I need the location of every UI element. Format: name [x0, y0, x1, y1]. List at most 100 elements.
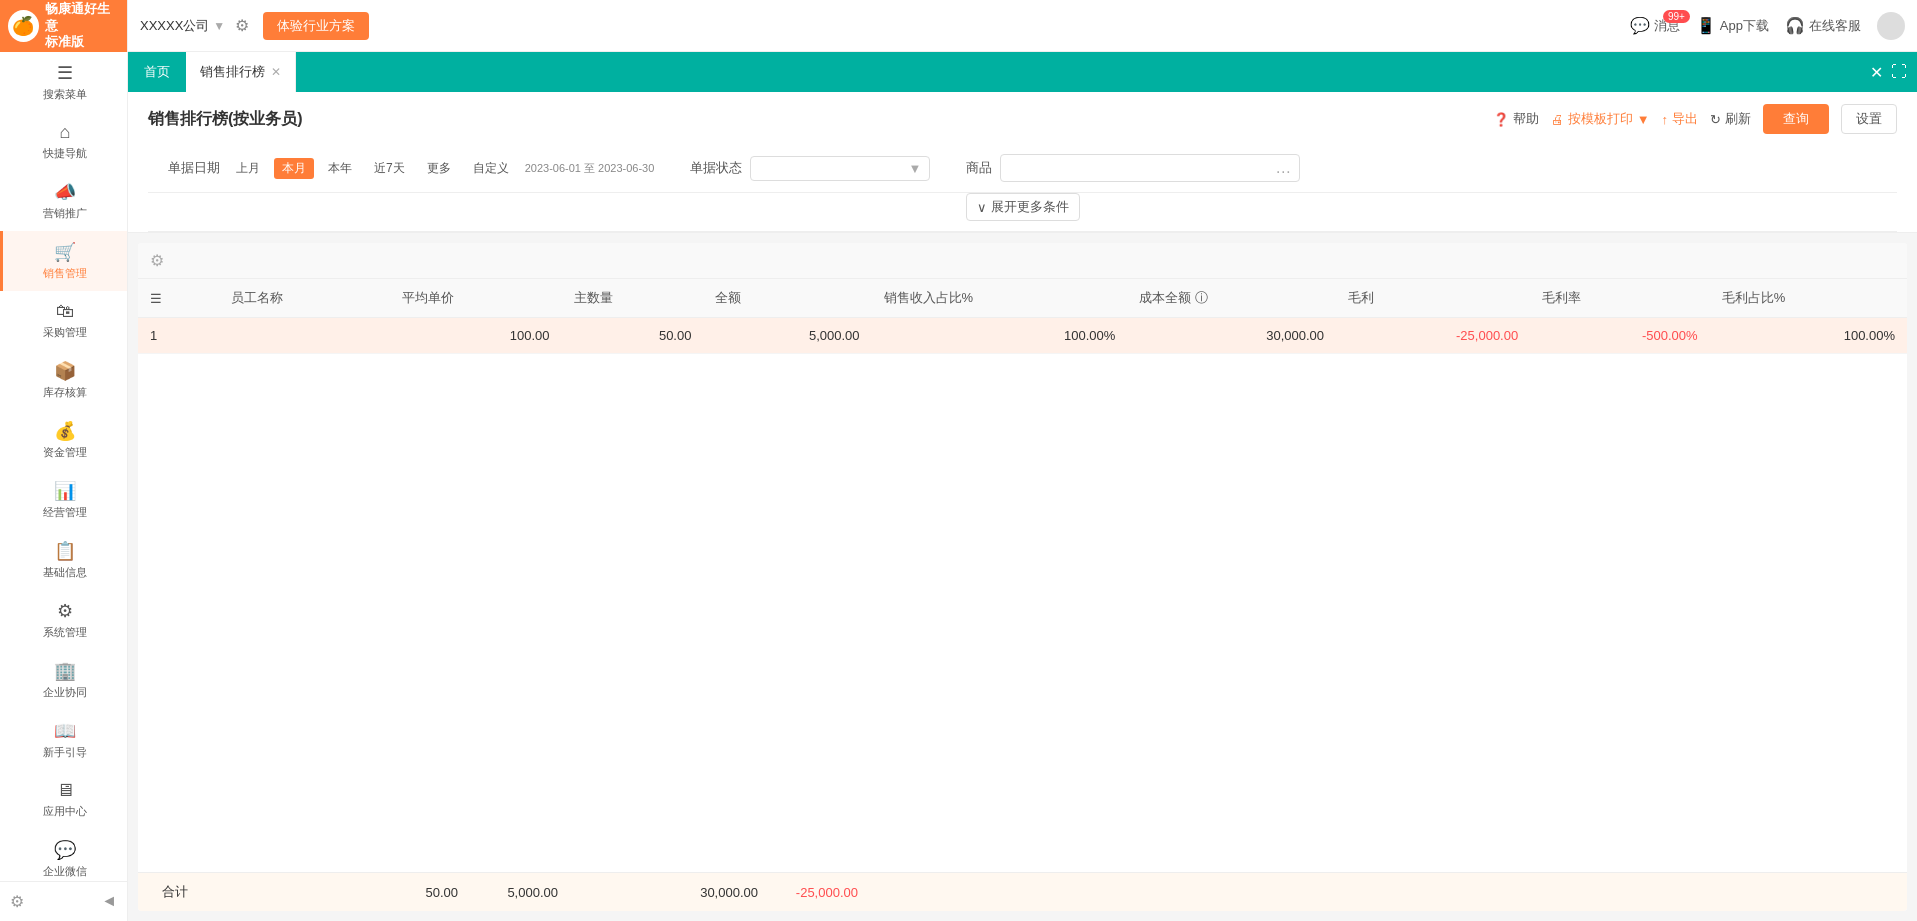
sidebar-item-wechat[interactable]: 💬 企业微信: [0, 829, 127, 881]
print-label: 按模板打印: [1568, 110, 1633, 128]
app-label: App下载: [1720, 17, 1769, 35]
date-opt-curr-month[interactable]: 本月: [274, 158, 314, 179]
message-button[interactable]: 💬 消息 99+: [1630, 16, 1680, 35]
date-opt-more[interactable]: 更多: [419, 158, 459, 179]
date-opt-custom[interactable]: 自定义: [465, 158, 517, 179]
company-chevron-icon: ▼: [213, 19, 225, 33]
sidebar-item-operation[interactable]: 📊 经营管理: [0, 470, 127, 530]
sidebar-label-finance: 资金管理: [43, 445, 87, 460]
help-button[interactable]: ❓ 帮助: [1493, 110, 1539, 128]
page-title: 销售排行榜(按业务员): [148, 109, 303, 130]
message-icon: 💬: [1630, 16, 1650, 35]
service-icon: 🎧: [1785, 16, 1805, 35]
table-row[interactable]: 1 100.00 50.00 5,000.00 100.00% 30,000.0…: [138, 318, 1907, 354]
sidebar-icon-basic: 📋: [54, 540, 76, 562]
sidebar-item-marketing[interactable]: 📣 营销推广: [0, 171, 127, 231]
table-area: ⚙ ☰ 员工名称 平均单价 主数量 全额 销售收入占比% 成本全额 ⓘ 毛利 毛…: [138, 243, 1907, 911]
sidebar-label-newbie: 新手引导: [43, 745, 87, 760]
date-opt-7days[interactable]: 近7天: [366, 158, 413, 179]
col-sales-pct: 销售收入占比%: [872, 279, 1128, 318]
sidebar-item-purchase[interactable]: 🛍 采购管理: [0, 291, 127, 350]
expand-more-button[interactable]: ∨ 展开更多条件: [966, 193, 1080, 221]
online-service-button[interactable]: 🎧 在线客服: [1785, 16, 1861, 35]
tab-expand-icon[interactable]: ⛶: [1891, 63, 1907, 81]
col-rank: ☰: [138, 279, 219, 318]
app-icon: 📱: [1696, 16, 1716, 35]
td-cost: 30,000.00: [1127, 318, 1336, 354]
td-qty: 50.00: [562, 318, 704, 354]
table-settings-icon[interactable]: ⚙: [150, 251, 164, 270]
print-chevron-icon: ▼: [1637, 112, 1650, 127]
tab-close-all-icon[interactable]: ✕: [1870, 63, 1883, 82]
footer-qty: 50.00: [390, 885, 470, 900]
sidebar-icon-search: ☰: [57, 62, 73, 84]
sidebar-item-search[interactable]: ☰ 搜索菜单: [0, 52, 127, 112]
table-footer: 合计 50.00 5,000.00 30,000.00 -25,000.00: [138, 872, 1907, 911]
td-avg-price: 100.00: [390, 318, 561, 354]
sidebar-label-quick: 快捷导航: [43, 146, 87, 161]
filter-bar: 单据日期 上月 本月 本年 近7天 更多 自定义 2023-06-01 至 20…: [148, 144, 1897, 193]
tab-close-icon[interactable]: ✕: [271, 65, 281, 79]
sidebar-item-inventory[interactable]: 📦 库存核算: [0, 350, 127, 410]
query-button[interactable]: 查询: [1763, 104, 1829, 134]
tab-home[interactable]: 首页: [128, 52, 186, 92]
tab-sales-rank[interactable]: 销售排行榜 ✕: [186, 52, 296, 92]
sidebar-item-newbie[interactable]: 📖 新手引导: [0, 710, 127, 770]
footer-label: 合计: [150, 883, 230, 901]
td-gross: -25,000.00: [1336, 318, 1530, 354]
sidebar-item-quick[interactable]: ⌂ 快捷导航: [0, 112, 127, 171]
sidebar-item-basic[interactable]: 📋 基础信息: [0, 530, 127, 590]
sidebar-item-enterprise[interactable]: 🏢 企业协同: [0, 650, 127, 710]
td-name: [219, 318, 390, 354]
app-download-button[interactable]: 📱 App下载: [1696, 16, 1769, 35]
help-icon: ❓: [1493, 112, 1509, 127]
date-opt-prev-month[interactable]: 上月: [228, 158, 268, 179]
sidebar-label-basic: 基础信息: [43, 565, 87, 580]
message-badge: 99+: [1663, 10, 1690, 23]
sidebar-label-wechat: 企业微信: [43, 864, 87, 879]
export-button[interactable]: ↑ 导出: [1662, 110, 1699, 128]
table-header-row: ☰ 员工名称 平均单价 主数量 全额 销售收入占比% 成本全额 ⓘ 毛利 毛利率…: [138, 279, 1907, 318]
sidebar-icon-wechat: 💬: [54, 839, 76, 861]
sidebar-item-finance[interactable]: 💰 资金管理: [0, 410, 127, 470]
topbar-right: 💬 消息 99+ 📱 App下载 🎧 在线客服: [1630, 12, 1905, 40]
table-toolbar: ⚙: [138, 243, 1907, 279]
trial-button[interactable]: 体验行业方案: [263, 12, 369, 40]
td-rank: 1: [138, 318, 219, 354]
user-avatar[interactable]: [1877, 12, 1905, 40]
col-name: 员工名称: [219, 279, 390, 318]
status-select[interactable]: ▼: [750, 156, 930, 181]
refresh-icon: ↻: [1710, 112, 1721, 127]
print-icon: 🖨: [1551, 112, 1564, 127]
table-empty-space: [138, 354, 1907, 872]
logo-line2: 标准版: [45, 34, 119, 51]
sidebar-settings-icon[interactable]: ⚙: [10, 892, 24, 911]
sidebar-collapse-icon[interactable]: ◄: [101, 892, 117, 911]
topbar-gear-icon[interactable]: ⚙: [235, 16, 249, 35]
refresh-button[interactable]: ↻ 刷新: [1710, 110, 1751, 128]
print-button[interactable]: 🖨 按模板打印 ▼: [1551, 110, 1650, 128]
main-content: XXXXX公司 ▼ ⚙ 体验行业方案 💬 消息 99+ 📱 App下载 🎧 在线…: [128, 0, 1917, 921]
date-opt-curr-year[interactable]: 本年: [320, 158, 360, 179]
sidebar-icon-apps: 🖥: [56, 780, 74, 801]
goods-ellipsis-icon[interactable]: …: [1275, 159, 1291, 177]
logo-icon: 🍊: [8, 10, 39, 42]
sidebar-nav: ☰ 搜索菜单 ⌂ 快捷导航 📣 营销推广 🛒 销售管理 🛍 采购管理 📦 库存核…: [0, 52, 127, 881]
td-amount: 5,000.00: [703, 318, 871, 354]
date-label: 单据日期: [168, 159, 220, 177]
page-actions: ❓ 帮助 🖨 按模板打印 ▼ ↑ 导出 ↻ 刷新: [1493, 104, 1897, 134]
sidebar-label-system: 系统管理: [43, 625, 87, 640]
sidebar-icon-operation: 📊: [54, 480, 76, 502]
sidebar-item-apps[interactable]: 🖥 应用中心: [0, 770, 127, 829]
sidebar-label-enterprise: 企业协同: [43, 685, 87, 700]
company-selector[interactable]: XXXXX公司 ▼: [140, 17, 225, 35]
sidebar-item-sales[interactable]: 🛒 销售管理: [0, 231, 127, 291]
sidebar-icon-newbie: 📖: [54, 720, 76, 742]
page-content: 销售排行榜(按业务员) ❓ 帮助 🖨 按模板打印 ▼ ↑ 导出: [128, 92, 1917, 921]
settings-button[interactable]: 设置: [1841, 104, 1897, 134]
col-qty: 主数量: [562, 279, 704, 318]
sidebar-item-system[interactable]: ⚙ 系统管理: [0, 590, 127, 650]
goods-select[interactable]: …: [1000, 154, 1300, 182]
sidebar-icon-system: ⚙: [57, 600, 73, 622]
footer-amount: 5,000.00: [470, 885, 570, 900]
